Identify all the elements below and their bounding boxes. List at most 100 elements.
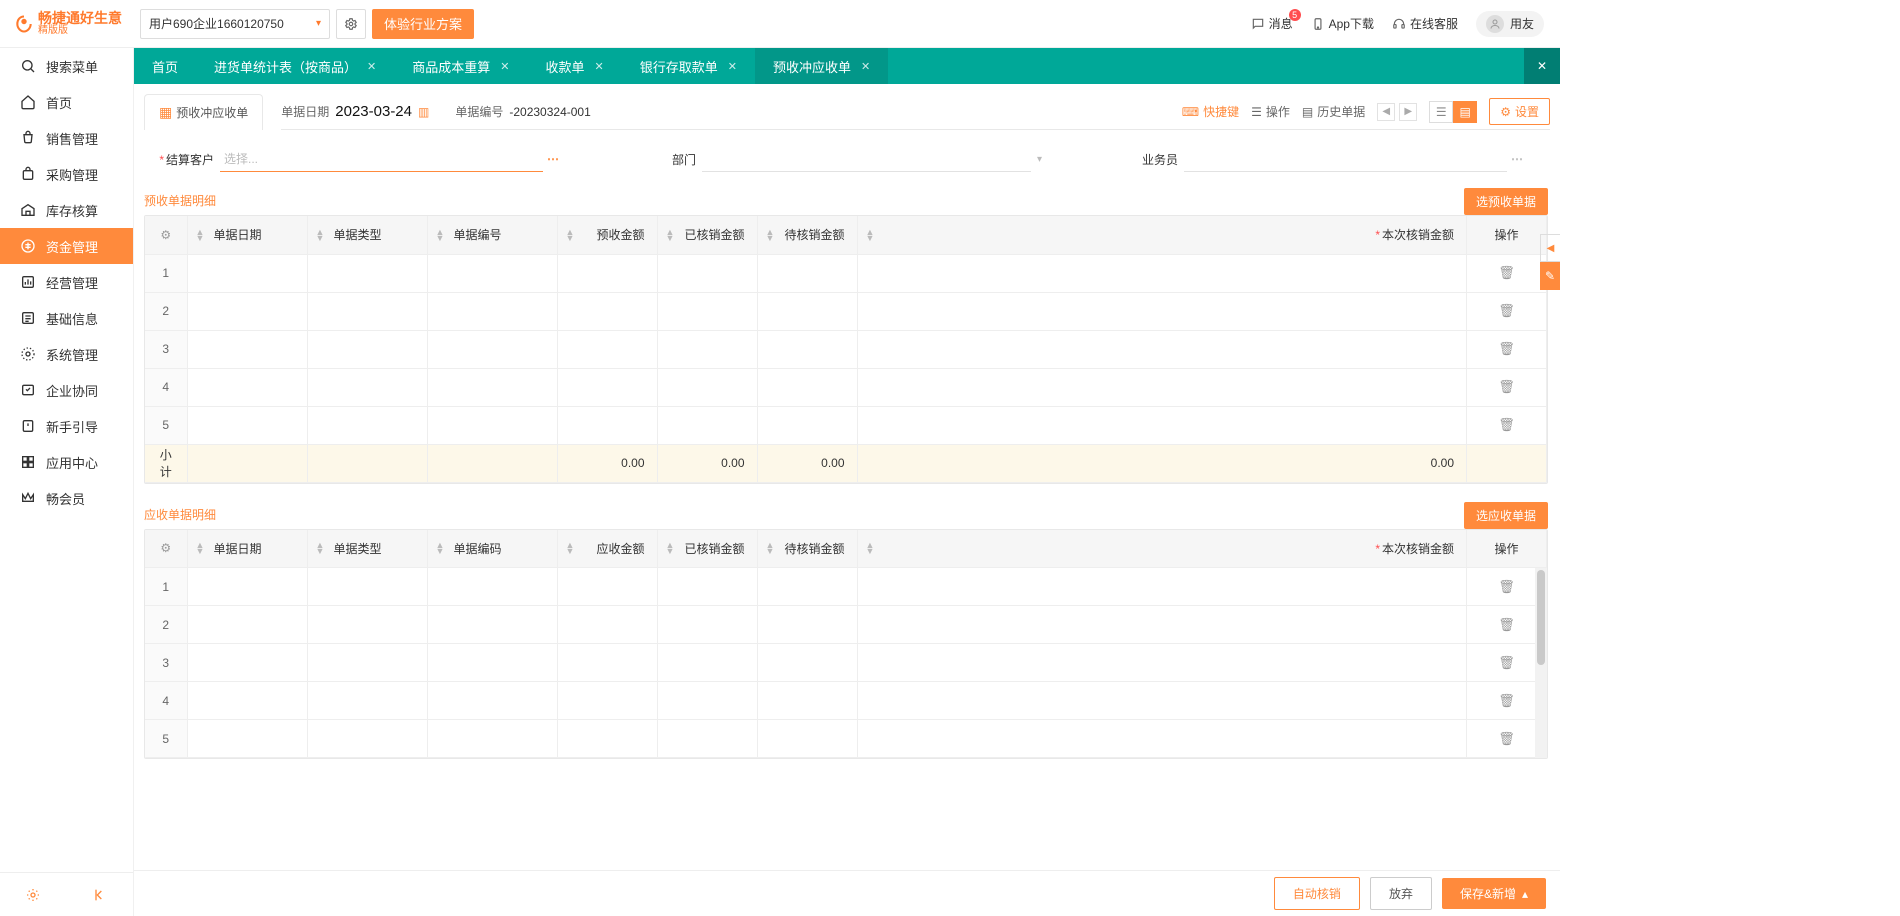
trash-icon[interactable]: 🗑 [1498,303,1515,318]
page-settings-button[interactable]: ⚙设置 [1489,98,1550,125]
sidebar-item-appcenter[interactable]: 应用中心 [0,444,133,480]
company-select[interactable]: 用户690企业1660120750 ▾ [140,9,330,39]
dept-input[interactable] [702,146,1031,172]
bill-date-value[interactable]: 2023-03-24 [335,103,412,120]
sidebar-collapse-icon[interactable] [92,887,108,903]
sort-icon[interactable]: ▲▼ [766,229,775,241]
app-download-button[interactable]: App下载 [1311,15,1374,32]
sidebar-item-guide[interactable]: 新手引导 [0,408,133,444]
tabbar: 首页 进货单统计表（按商品）✕ 商品成本重算✕ 收款单✕ 银行存取款单✕ 预收冲… [134,48,1560,84]
more-icon[interactable]: ⋯ [1511,152,1524,166]
tab-bank[interactable]: 银行存取款单✕ [622,48,755,84]
trash-icon[interactable]: 🗑 [1498,617,1515,632]
sidebar-item-business[interactable]: 经营管理 [0,264,133,300]
prev-button[interactable]: ◀ [1377,103,1395,121]
tab-prepay-offset[interactable]: 预收冲应收单✕ [755,48,888,84]
company-settings-button[interactable] [336,9,366,39]
auto-verify-button[interactable]: 自动核销 [1274,877,1360,910]
subtotal-label: 小计 [145,444,187,482]
close-all-tabs-button[interactable]: ✕ [1524,48,1560,84]
sidebar-settings-icon[interactable] [25,887,41,903]
sidebar-item-system[interactable]: 系统管理 [0,336,133,372]
messages-button[interactable]: 消息 5 [1251,15,1293,32]
table-gear-icon[interactable]: ⚙ [160,228,171,242]
table-row[interactable]: 1🗑 [145,568,1547,606]
tab-purchase-report[interactable]: 进货单统计表（按商品）✕ [196,48,394,84]
scrollbar[interactable] [1535,568,1547,759]
close-icon[interactable]: ✕ [595,60,604,73]
close-icon[interactable]: ✕ [500,60,509,73]
table-row[interactable]: 1🗑 [145,254,1547,292]
sort-icon[interactable]: ▲▼ [866,229,875,241]
sort-icon[interactable]: ▲▼ [566,229,575,241]
trash-icon[interactable]: 🗑 [1498,693,1515,708]
sort-icon[interactable]: ▲▼ [566,542,575,554]
sort-icon[interactable]: ▲▼ [866,542,875,554]
trash-icon[interactable]: 🗑 [1498,379,1515,394]
sort-icon[interactable]: ▲▼ [316,542,325,554]
sidebar-item-search[interactable]: 搜索菜单 [0,48,133,84]
trash-icon[interactable]: 🗑 [1498,655,1515,670]
chevron-down-icon[interactable]: ▾ [1037,154,1042,165]
sidebar-item-sales[interactable]: 销售管理 [0,120,133,156]
row-num: 4 [145,368,187,406]
sort-icon[interactable]: ▲▼ [196,542,205,554]
shortcut-button[interactable]: ⌨快捷键 [1182,103,1239,120]
discard-button[interactable]: 放弃 [1370,877,1432,910]
table-row[interactable]: 5🗑 [145,720,1547,758]
table-row[interactable]: 5🗑 [145,406,1547,444]
customer-input[interactable] [220,146,543,172]
next-button[interactable]: ▶ [1399,103,1417,121]
sort-icon[interactable]: ▲▼ [316,229,325,241]
trash-icon[interactable]: 🗑 [1498,341,1515,356]
user-menu[interactable]: 用友 [1476,11,1544,37]
pick-recv-bill-button[interactable]: 选应收单据 [1464,502,1548,529]
sidebar-item-member[interactable]: 畅会员 [0,480,133,516]
table-row[interactable]: 3🗑 [145,330,1547,368]
more-icon[interactable]: ⋯ [547,152,560,166]
sort-icon[interactable]: ▲▼ [196,229,205,241]
online-service-button[interactable]: 在线客服 [1392,15,1458,32]
table-row[interactable]: 4🗑 [145,368,1547,406]
table-row[interactable]: 2🗑 [145,606,1547,644]
history-button[interactable]: ▤历史单据 [1302,103,1365,120]
sort-icon[interactable]: ▲▼ [666,229,675,241]
table-row[interactable]: 2🗑 [145,292,1547,330]
table-row[interactable]: 4🗑 [145,682,1547,720]
tab-cost-recalc[interactable]: 商品成本重算✕ [394,48,527,84]
edge-collapse-button[interactable]: ◀ [1540,234,1560,262]
sales-input[interactable] [1184,146,1507,172]
trial-plan-button[interactable]: 体验行业方案 [372,9,474,39]
close-icon[interactable]: ✕ [861,60,870,73]
close-icon[interactable]: ✕ [367,60,376,73]
sort-icon[interactable]: ▲▼ [666,542,675,554]
sidebar-item-inventory[interactable]: 库存核算 [0,192,133,228]
view-detail-button[interactable]: ▤ [1453,101,1477,123]
sidebar-item-purchase[interactable]: 采购管理 [0,156,133,192]
close-icon[interactable]: ✕ [728,60,737,73]
collab-icon [20,382,36,398]
row-num: 1 [145,568,187,606]
tab-receipt[interactable]: 收款单✕ [527,48,621,84]
sidebar-item-label: 系统管理 [46,345,98,364]
tab-home[interactable]: 首页 [134,48,196,84]
sidebar-item-finance[interactable]: 资金管理 [0,228,133,264]
calendar-icon[interactable]: ▥ [418,105,429,119]
table-gear-icon[interactable]: ⚙ [160,541,171,555]
trash-icon[interactable]: 🗑 [1498,265,1515,280]
pick-pre-bill-button[interactable]: 选预收单据 [1464,188,1548,215]
trash-icon[interactable]: 🗑 [1498,579,1515,594]
sidebar-item-home[interactable]: 首页 [0,84,133,120]
trash-icon[interactable]: 🗑 [1498,731,1515,746]
sort-icon[interactable]: ▲▼ [436,542,445,554]
view-list-button[interactable]: ☰ [1429,101,1453,123]
operate-button[interactable]: ☰操作 [1251,103,1290,120]
table-row[interactable]: 3🗑 [145,644,1547,682]
edge-help-button[interactable]: ✎ [1540,262,1560,290]
trash-icon[interactable]: 🗑 [1498,417,1515,432]
sort-icon[interactable]: ▲▼ [436,229,445,241]
save-and-new-button[interactable]: 保存&新增▴ [1442,878,1546,909]
sort-icon[interactable]: ▲▼ [766,542,775,554]
sidebar-item-collab[interactable]: 企业协同 [0,372,133,408]
sidebar-item-basedata[interactable]: 基础信息 [0,300,133,336]
